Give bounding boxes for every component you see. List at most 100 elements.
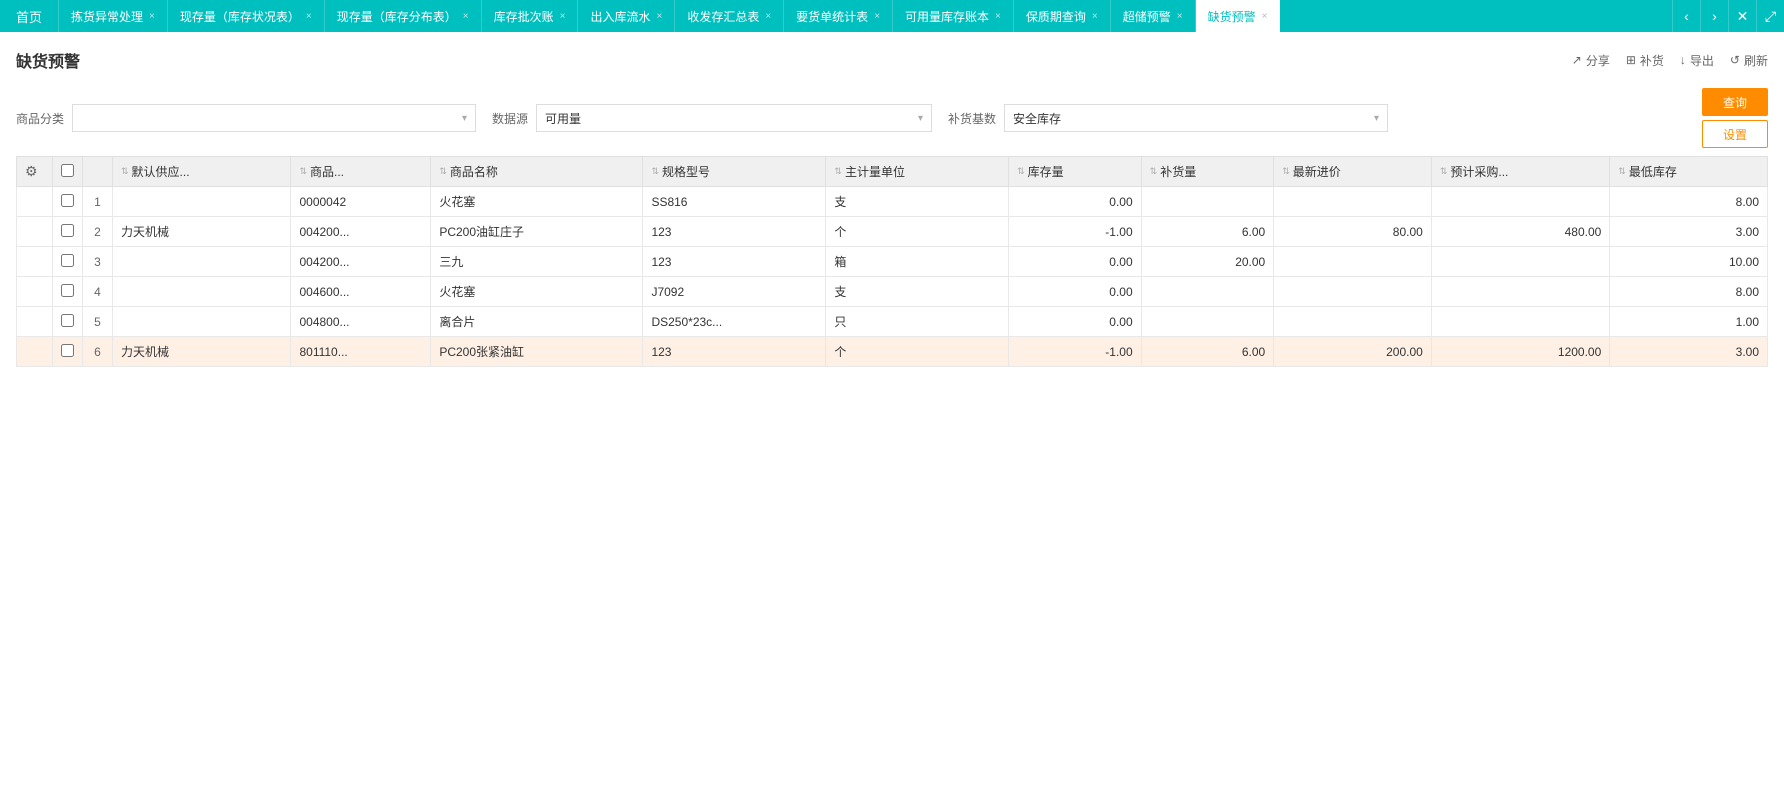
tab-batch-account[interactable]: 库存批次账 × xyxy=(482,0,579,32)
restock-basis-select[interactable]: 安全库存 ▾ xyxy=(1004,104,1388,132)
sort-stock-icon[interactable]: ⇅ xyxy=(1017,166,1025,177)
nav-next-btn[interactable]: › xyxy=(1700,0,1728,32)
close-inventory-status-tab[interactable]: × xyxy=(306,11,312,22)
datasource-label: 数据源 xyxy=(492,110,528,127)
datasource-select[interactable]: 可用量 ▾ xyxy=(536,104,932,132)
sort-min-stock-icon[interactable]: ⇅ xyxy=(1618,166,1626,177)
export-action[interactable]: ↓ 导出 xyxy=(1680,52,1714,69)
tab-inventory-status[interactable]: 现存量（库存状况表） × xyxy=(168,0,325,32)
row-num: 6 xyxy=(83,337,113,367)
tab-available-ledger[interactable]: 可用量库存账本 × xyxy=(893,0,1014,32)
row-spec: 123 xyxy=(643,337,826,367)
row-supplier xyxy=(113,187,291,217)
row-name: 火花塞 xyxy=(431,277,643,307)
row-est-purchase xyxy=(1431,277,1609,307)
row-min-stock: 8.00 xyxy=(1610,277,1768,307)
row-name: 三九 xyxy=(431,247,643,277)
close-receive-summary-tab[interactable]: × xyxy=(765,11,771,22)
settings-button[interactable]: 设置 xyxy=(1702,120,1768,148)
tab-expiry-query[interactable]: 保质期查询 × xyxy=(1014,0,1111,32)
close-shortage-tab[interactable]: × xyxy=(1262,11,1268,22)
fullscreen-btn[interactable]: ⤢ xyxy=(1756,0,1784,32)
col-restock-header: ⇅ 补货量 xyxy=(1141,157,1274,187)
row-supplier xyxy=(113,307,291,337)
close-overstock-tab[interactable]: × xyxy=(1177,11,1183,22)
row-restock xyxy=(1141,277,1274,307)
filter-row: 商品分类 ▾ 数据源 可用量 ▾ 补货基数 安全库存 ▾ 查询 设置 xyxy=(16,88,1768,148)
row-restock xyxy=(1141,307,1274,337)
refresh-action[interactable]: ↺ 刷新 xyxy=(1730,52,1768,69)
row-settings-cell xyxy=(17,217,53,247)
nav-prev-btn[interactable]: ‹ xyxy=(1672,0,1700,32)
tab-demand-stats[interactable]: 要货单统计表 × xyxy=(784,0,893,32)
row-stock: 0.00 xyxy=(1009,187,1142,217)
row-sku: 004200... xyxy=(291,217,431,247)
row-checkbox[interactable] xyxy=(61,284,74,297)
col-est-purchase-header: ⇅ 预计采购... xyxy=(1431,157,1609,187)
category-select[interactable]: ▾ xyxy=(72,104,476,132)
query-button[interactable]: 查询 xyxy=(1702,88,1768,116)
row-checkbox-cell xyxy=(53,337,83,367)
tab-receive-summary[interactable]: 收发存汇总表 × xyxy=(675,0,784,32)
table-row: 4 004600... 火花塞 J7092 支 0.00 8.00 xyxy=(17,277,1768,307)
sort-unit-icon[interactable]: ⇅ xyxy=(834,166,842,177)
row-stock: 0.00 xyxy=(1009,307,1142,337)
row-min-stock: 8.00 xyxy=(1610,187,1768,217)
row-checkbox[interactable] xyxy=(61,254,74,267)
sort-sku-icon[interactable]: ⇅ xyxy=(299,166,307,177)
stock-header-label: 库存量 xyxy=(1028,163,1064,180)
row-checkbox[interactable] xyxy=(61,344,74,357)
sort-spec-icon[interactable]: ⇅ xyxy=(651,166,659,177)
close-inventory-dist-tab[interactable]: × xyxy=(463,11,469,22)
close-current-tab-btn[interactable]: ✕ xyxy=(1728,0,1756,32)
row-checkbox[interactable] xyxy=(61,314,74,327)
close-batch-account-tab[interactable]: × xyxy=(560,11,566,22)
row-num: 5 xyxy=(83,307,113,337)
row-checkbox[interactable] xyxy=(61,194,74,207)
row-unit: 只 xyxy=(826,307,1009,337)
close-available-ledger-tab[interactable]: × xyxy=(995,11,1001,22)
col-settings: ⚙ xyxy=(17,157,53,187)
row-checkbox[interactable] xyxy=(61,224,74,237)
col-stock-header: ⇅ 库存量 xyxy=(1009,157,1142,187)
sort-supplier-icon[interactable]: ⇅ xyxy=(121,166,129,177)
unit-header-label: 主计量单位 xyxy=(845,163,905,180)
row-est-purchase xyxy=(1431,247,1609,277)
column-settings-icon[interactable]: ⚙ xyxy=(25,163,38,179)
close-expiry-query-tab[interactable]: × xyxy=(1092,11,1098,22)
sort-name-icon[interactable]: ⇅ xyxy=(439,166,447,177)
row-stock: -1.00 xyxy=(1009,217,1142,247)
tab-overstock[interactable]: 超储预警 × xyxy=(1111,0,1196,32)
nav-tabs: 首页 拣货异常处理 × 现存量（库存状况表） × 现存量（库存分布表） × 库存… xyxy=(0,0,1784,32)
min-stock-header-label: 最低库存 xyxy=(1629,163,1677,180)
sort-restock-icon[interactable]: ⇅ xyxy=(1150,166,1158,177)
datasource-value: 可用量 xyxy=(545,110,581,127)
tab-inout-flow[interactable]: 出入库流水 × xyxy=(578,0,675,32)
restock-action[interactable]: ⊞ 补货 xyxy=(1626,52,1664,69)
row-unit: 个 xyxy=(826,337,1009,367)
close-demand-stats-tab[interactable]: × xyxy=(874,11,880,22)
row-min-stock: 3.00 xyxy=(1610,337,1768,367)
sort-latest-price-icon[interactable]: ⇅ xyxy=(1282,166,1290,177)
select-all-checkbox[interactable] xyxy=(61,164,74,177)
tab-inventory-dist[interactable]: 现存量（库存分布表） × xyxy=(325,0,482,32)
row-spec: J7092 xyxy=(643,277,826,307)
tab-home[interactable]: 首页 xyxy=(0,0,59,32)
header-actions: ↗ 分享 ⊞ 补货 ↓ 导出 ↺ 刷新 xyxy=(1572,52,1768,69)
row-supplier xyxy=(113,247,291,277)
col-spec-header: ⇅ 规格型号 xyxy=(643,157,826,187)
close-exception-tab[interactable]: × xyxy=(149,11,155,22)
row-est-purchase: 480.00 xyxy=(1431,217,1609,247)
tab-exception[interactable]: 拣货异常处理 × xyxy=(59,0,168,32)
row-spec: 123 xyxy=(643,247,826,277)
share-action[interactable]: ↗ 分享 xyxy=(1572,52,1610,69)
row-stock: 0.00 xyxy=(1009,277,1142,307)
table-row: 6 力天机械 801110... PC200张紧油缸 123 个 -1.00 6… xyxy=(17,337,1768,367)
row-unit: 支 xyxy=(826,277,1009,307)
tab-shortage[interactable]: 缺货预警 × xyxy=(1196,0,1281,32)
sort-est-purchase-icon[interactable]: ⇅ xyxy=(1440,166,1448,177)
row-checkbox-cell xyxy=(53,307,83,337)
table-row: 3 004200... 三九 123 箱 0.00 20.00 10.00 xyxy=(17,247,1768,277)
row-stock: 0.00 xyxy=(1009,247,1142,277)
close-inout-flow-tab[interactable]: × xyxy=(656,11,662,22)
